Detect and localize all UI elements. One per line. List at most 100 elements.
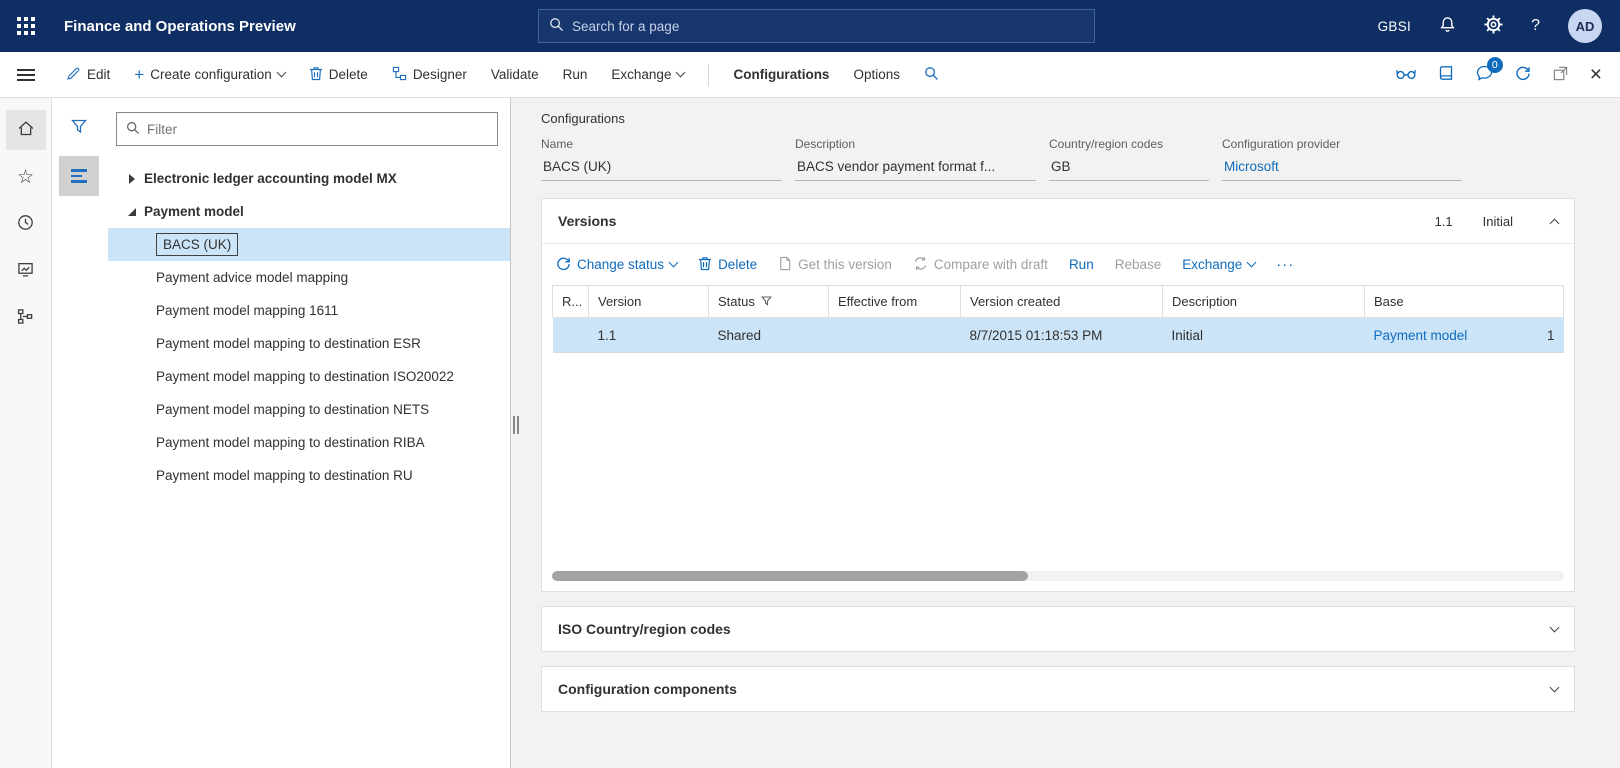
configurations-tree: Electronic ledger accounting model MX Pa…	[108, 162, 510, 492]
version-created-cell: 8/7/2015 01:18:53 PM	[960, 317, 1163, 353]
search-input[interactable]	[572, 18, 1084, 34]
main-content: Configurations Name BACS (UK) Descriptio…	[519, 98, 1620, 768]
configuration-components-section[interactable]: Configuration components	[541, 666, 1575, 712]
tree-item-bacs-uk[interactable]: BACS (UK)	[108, 228, 510, 261]
tree-item-electronic-ledger[interactable]: Electronic ledger accounting model MX	[108, 162, 510, 195]
task-guide-button[interactable]	[1438, 65, 1454, 84]
chevron-down-icon[interactable]	[1549, 682, 1560, 692]
filter-tab-button[interactable]	[59, 108, 99, 148]
column-header-base[interactable]: Base	[1364, 285, 1564, 318]
help-button[interactable]: ?	[1531, 17, 1540, 35]
validate-button[interactable]: Validate	[491, 67, 539, 82]
more-commands-button[interactable]: ···	[1276, 256, 1294, 273]
messages-button[interactable]: 0	[1476, 57, 1503, 84]
view-options-button[interactable]	[1395, 67, 1416, 83]
tree-item-mapping-nets[interactable]: Payment model mapping to destination NET…	[108, 393, 510, 426]
chevron-down-icon	[276, 67, 287, 78]
provider-link[interactable]: Microsoft	[1222, 159, 1462, 181]
tree-list-tab-button[interactable]	[59, 156, 99, 196]
tab-configurations[interactable]: Configurations	[733, 67, 829, 82]
page-body: ☆ Filter Electronic ledger accounting mo…	[0, 98, 1620, 768]
get-this-version-button[interactable]: Get this version	[778, 256, 892, 274]
plus-icon: +	[134, 64, 145, 84]
country-codes-value[interactable]: GB	[1049, 159, 1209, 181]
panel-splitter[interactable]	[510, 98, 519, 768]
versions-header[interactable]: Versions 1.1 Initial	[542, 199, 1574, 243]
divider	[708, 63, 710, 86]
base-page-number: 1	[1546, 327, 1555, 343]
notifications-button[interactable]	[1439, 16, 1456, 36]
compare-with-draft-button[interactable]: Compare with draft	[913, 256, 1048, 274]
configurations-tree-panel: Electronic ledger accounting model MX Pa…	[52, 98, 510, 768]
designer-button[interactable]: Designer	[392, 66, 467, 84]
chevron-up-icon[interactable]	[1549, 218, 1560, 228]
delete-button[interactable]: Delete	[309, 66, 368, 84]
horizontal-scrollbar[interactable]	[552, 571, 1564, 581]
tab-options[interactable]: Options	[853, 67, 900, 82]
open-in-new-window-button[interactable]	[1553, 66, 1568, 84]
close-icon[interactable]: ×	[1590, 64, 1602, 85]
nav-hamburger-button[interactable]	[0, 52, 52, 98]
version-exchange-button[interactable]: Exchange	[1182, 257, 1257, 272]
action-search-button[interactable]	[924, 66, 939, 84]
search-icon	[126, 121, 140, 138]
column-header-version[interactable]: Version	[588, 285, 709, 318]
global-search[interactable]	[538, 9, 1095, 43]
popout-icon	[1553, 66, 1568, 84]
edit-button[interactable]: Edit	[66, 66, 110, 84]
tree-item-payment-advice[interactable]: Payment advice model mapping	[108, 261, 510, 294]
base-model-link[interactable]: Payment model	[1374, 328, 1468, 343]
version-delete-button[interactable]: Delete	[698, 256, 757, 274]
pencil-icon	[66, 66, 81, 84]
splitter-grip-icon	[513, 416, 519, 434]
change-status-button[interactable]: Change status	[556, 256, 679, 274]
funnel-icon	[71, 119, 87, 137]
workspaces-nav-button[interactable]	[6, 251, 46, 291]
modules-nav-button[interactable]	[6, 298, 46, 338]
tree-item-mapping-iso20022[interactable]: Payment model mapping to destination ISO…	[108, 360, 510, 393]
glasses-icon	[1395, 67, 1416, 83]
expander-collapsed-icon[interactable]	[120, 173, 144, 184]
field-description: Description BACS vendor payment format f…	[795, 137, 1036, 181]
filter-funnel-icon[interactable]	[760, 294, 772, 309]
name-value[interactable]: BACS (UK)	[541, 159, 782, 181]
favorites-nav-button[interactable]: ☆	[6, 157, 46, 197]
expander-expanded-icon[interactable]	[120, 207, 144, 216]
rebase-button[interactable]: Rebase	[1115, 257, 1162, 272]
row-select-cell[interactable]	[552, 317, 589, 353]
star-icon: ☆	[16, 166, 35, 188]
run-button[interactable]: Run	[563, 67, 588, 82]
exchange-menu-button[interactable]: Exchange	[611, 67, 686, 82]
description-value[interactable]: BACS vendor payment format f...	[795, 159, 1036, 181]
create-configuration-button[interactable]: + Create configuration	[134, 64, 287, 84]
tree-item-mapping-riba[interactable]: Payment model mapping to destination RIB…	[108, 426, 510, 459]
column-header-version-created[interactable]: Version created	[960, 285, 1163, 318]
column-header-effective-from[interactable]: Effective from	[828, 285, 961, 318]
tree-filter-input[interactable]	[147, 121, 488, 137]
app-launcher-button[interactable]	[0, 0, 52, 52]
column-header-description[interactable]: Description	[1162, 285, 1365, 318]
tree-filter-box[interactable]	[116, 112, 498, 146]
recent-nav-button[interactable]	[6, 204, 46, 244]
column-header-status[interactable]: Status	[708, 285, 829, 318]
company-picker[interactable]: GBSI	[1378, 19, 1411, 34]
refresh-button[interactable]	[1515, 65, 1531, 84]
avatar[interactable]: AD	[1568, 9, 1602, 43]
version-row[interactable]: 1.1 Shared 8/7/2015 01:18:53 PM Initial …	[552, 317, 1564, 353]
tree-item-mapping-ru[interactable]: Payment model mapping to destination RU	[108, 459, 510, 492]
versions-grid: R... Version Status Effective from Versi…	[542, 285, 1574, 563]
settings-button[interactable]	[1484, 15, 1503, 37]
trash-icon	[698, 256, 712, 274]
column-header-r[interactable]: R...	[552, 285, 589, 318]
base-cell: Payment model 1	[1364, 317, 1564, 353]
iso-country-codes-section[interactable]: ISO Country/region codes	[541, 606, 1575, 652]
tree-item-mapping-esr[interactable]: Payment model mapping to destination ESR	[108, 327, 510, 360]
chevron-down-icon[interactable]	[1549, 622, 1560, 632]
scrollbar-thumb[interactable]	[552, 571, 1028, 581]
tree-item-payment-model[interactable]: Payment model	[108, 195, 510, 228]
tree-item-mapping-1611[interactable]: Payment model mapping 1611	[108, 294, 510, 327]
summary-status: Initial	[1482, 213, 1513, 229]
chevron-down-icon	[676, 67, 686, 78]
version-run-button[interactable]: Run	[1069, 257, 1094, 272]
home-nav-button[interactable]	[5, 110, 46, 150]
